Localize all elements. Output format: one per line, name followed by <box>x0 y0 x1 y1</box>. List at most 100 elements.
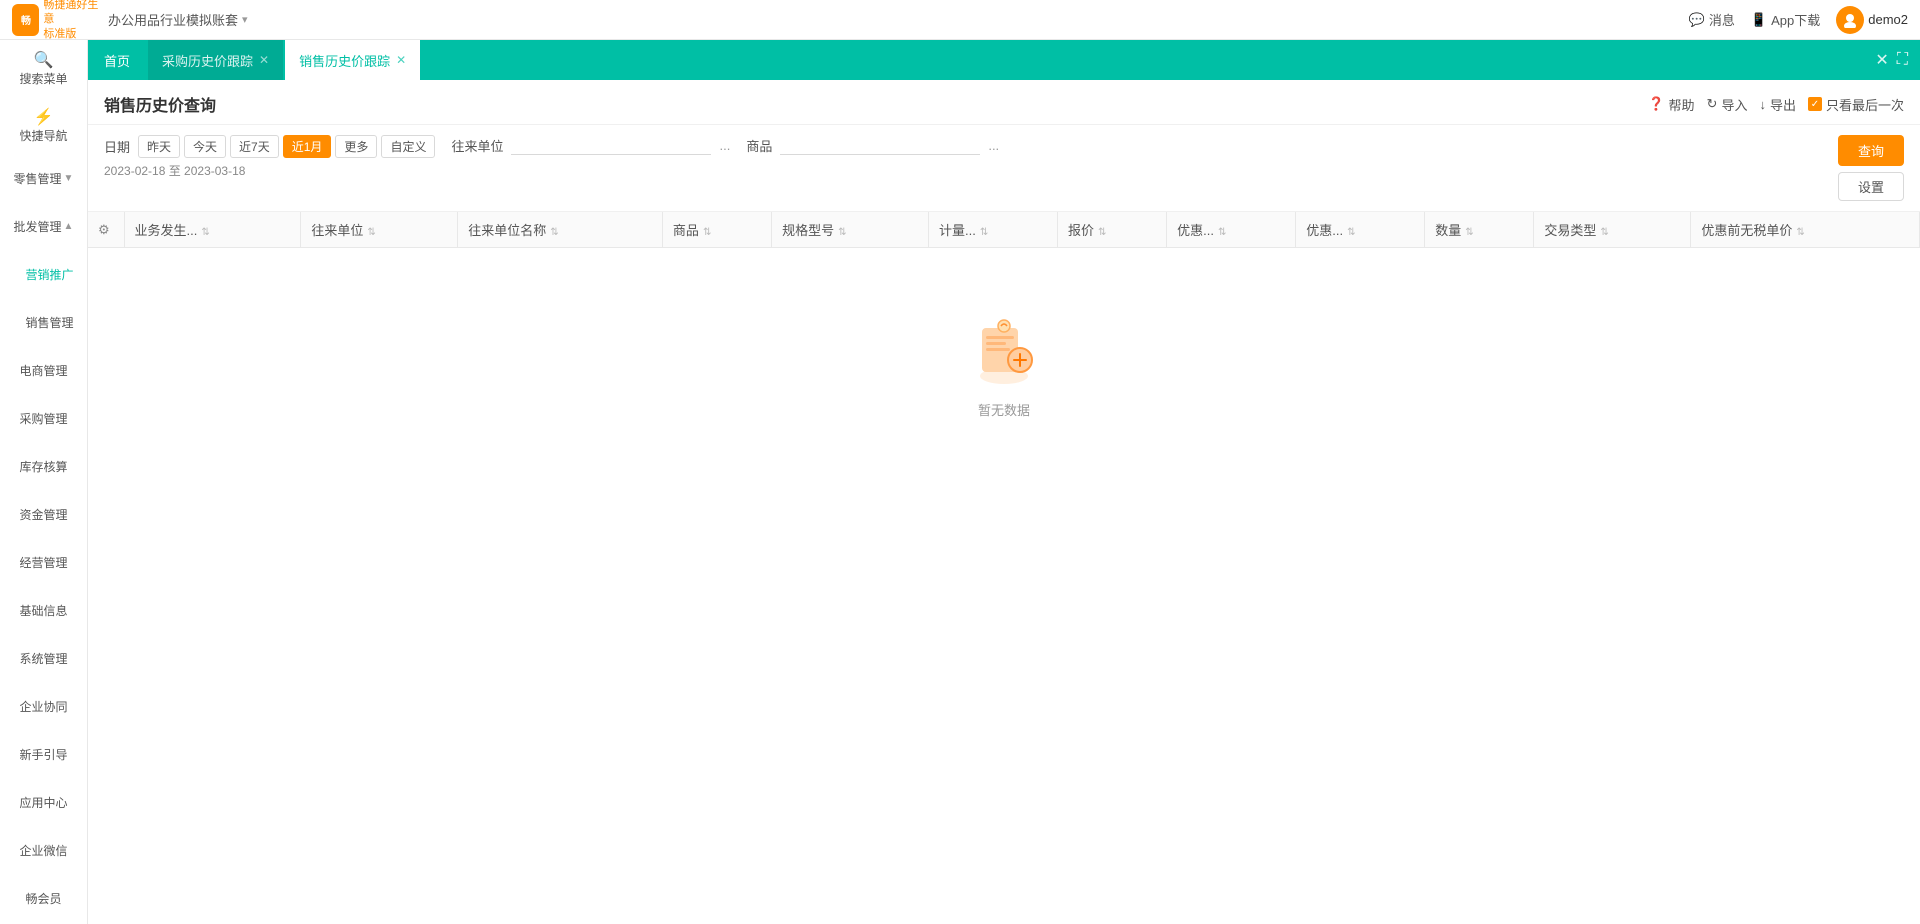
date-options: 昨天 今天 近7天 近1月 更多 自定义 <box>138 135 435 158</box>
col-trade-type[interactable]: 交易类型⇅ <box>1534 212 1691 248</box>
date-label: 日期 <box>104 137 130 156</box>
window-title[interactable]: 办公用品行业模拟账套 ▾ <box>100 10 1689 29</box>
product-filter-group: 商品 ... <box>746 135 999 155</box>
tab-purchase-history[interactable]: 采购历史价跟踪 ✕ <box>148 40 283 80</box>
date-btn-today[interactable]: 今天 <box>184 135 226 158</box>
date-btn-7days[interactable]: 近7天 <box>230 135 279 158</box>
partner-dots[interactable]: ... <box>719 138 730 153</box>
sidebar-item-ecom-mgmt[interactable]: 电商管理 <box>0 346 87 394</box>
sidebar-item-finance[interactable]: 资金管理 <box>0 490 87 538</box>
sidebar-item-app-center[interactable]: 应用中心 <box>0 778 87 826</box>
page-header-actions: ❓ 帮助 ↻ 导入 ↓ 导出 ✓ 只看最后一次 <box>1648 95 1904 114</box>
product-input[interactable] <box>780 135 980 155</box>
app-download-action[interactable]: 📱 App下载 <box>1751 10 1820 29</box>
col-qty[interactable]: 数量⇅ <box>1425 212 1534 248</box>
tab-sales-history[interactable]: 销售历史价跟踪 ✕ <box>285 40 420 80</box>
col-discount1[interactable]: 优惠...⇅ <box>1167 212 1296 248</box>
sidebar-item-member[interactable]: 畅会员 <box>0 874 87 922</box>
settings-button[interactable]: 设置 <box>1838 172 1904 201</box>
sidebar-item-quick-nav[interactable]: ⚡ 快捷导航 <box>0 97 87 154</box>
help-action[interactable]: ❓ 帮助 <box>1648 95 1694 114</box>
partner-input[interactable] <box>511 135 711 155</box>
tab-fullscreen-icon[interactable]: ⛶ <box>1897 51 1908 69</box>
empty-state: 暂无数据 <box>88 248 1920 479</box>
wholesale-mgmt-arrow-icon: ▲ <box>64 221 74 232</box>
page-header: 销售历史价查询 ❓ 帮助 ↻ 导入 ↓ 导出 ✓ <box>88 80 1920 125</box>
import-action[interactable]: ↻ 导入 <box>1707 95 1748 114</box>
sort-quote-icon: ⇅ <box>1098 227 1106 238</box>
sidebar-item-sales-mgmt[interactable]: 销售管理 <box>0 298 87 346</box>
date-btn-1month[interactable]: 近1月 <box>283 135 332 158</box>
username: demo2 <box>1868 12 1908 27</box>
message-action[interactable]: 💬 消息 <box>1689 10 1735 29</box>
sidebar-item-guide[interactable]: 新手引导 <box>0 730 87 778</box>
sidebar-item-inventory[interactable]: 库存核算 <box>0 442 87 490</box>
tab-home[interactable]: 首页 <box>88 40 146 80</box>
page-title: 销售历史价查询 <box>104 92 216 116</box>
tab-close-all-icon[interactable]: ✕ <box>1875 50 1888 70</box>
sort-product-icon: ⇅ <box>703 227 711 238</box>
sort-discount2-icon: ⇅ <box>1347 227 1355 238</box>
svg-text:畅: 畅 <box>21 14 31 27</box>
window-title-dropdown-icon[interactable]: ▾ <box>242 13 248 26</box>
user-avatar-action[interactable]: demo2 <box>1836 6 1908 34</box>
col-unit[interactable]: 计量...⇅ <box>928 212 1057 248</box>
col-spec[interactable]: 规格型号⇅ <box>772 212 929 248</box>
partner-label: 往来单位 <box>451 136 503 155</box>
col-product[interactable]: 商品⇅ <box>662 212 771 248</box>
tab-bar-actions: ✕ ⛶ <box>1875 50 1920 70</box>
sidebar-item-marketing[interactable]: 营销推广 <box>0 250 87 298</box>
tab-purchase-close-icon[interactable]: ✕ <box>259 53 269 67</box>
sidebar-item-enterprise-wechat[interactable]: 企业微信 <box>0 826 87 874</box>
sidebar-item-search-menu[interactable]: 🔍 搜索菜单 <box>0 40 87 97</box>
date-btn-custom[interactable]: 自定义 <box>381 135 435 158</box>
avatar <box>1836 6 1864 34</box>
sort-biz-date-icon: ⇅ <box>201 227 209 238</box>
sort-partner-code-icon: ⇅ <box>367 227 375 238</box>
logo-icon: 畅 <box>12 4 39 36</box>
sort-discount1-icon: ⇅ <box>1218 227 1226 238</box>
col-pretax-price[interactable]: 优惠前无税单价⇅ <box>1691 212 1920 248</box>
gear-icon[interactable]: ⚙ <box>98 222 110 237</box>
date-btn-more[interactable]: 更多 <box>335 135 377 158</box>
app-logo: 畅 畅捷通好生意 标准版 <box>12 0 100 41</box>
help-icon: ❓ <box>1648 96 1664 112</box>
only-last-checkbox[interactable]: ✓ 只看最后一次 <box>1808 95 1904 114</box>
tab-sales-close-icon[interactable]: ✕ <box>396 53 406 67</box>
product-label: 商品 <box>746 136 772 155</box>
query-button[interactable]: 查询 <box>1838 135 1904 166</box>
sidebar-item-system[interactable]: 系统管理 <box>0 634 87 682</box>
content-area: 销售历史价查询 ❓ 帮助 ↻ 导入 ↓ 导出 ✓ <box>88 80 1920 924</box>
date-filter-group: 日期 昨天 今天 近7天 近1月 更多 自定义 2023-02-18 至 202… <box>104 135 435 179</box>
sidebar-item-enterprise[interactable]: 企业协同 <box>0 682 87 730</box>
sidebar-item-operations[interactable]: 经营管理 <box>0 538 87 586</box>
col-discount2[interactable]: 优惠...⇅ <box>1296 212 1425 248</box>
main-layout: 🔍 搜索菜单 ⚡ 快捷导航 零售管理 ▼ 批发管理 ▲ 营销推广 销售管理 电商… <box>0 40 1920 924</box>
phone-icon: 📱 <box>1751 12 1767 28</box>
col-quote[interactable]: 报价⇅ <box>1058 212 1167 248</box>
sidebar-item-retail-mgmt[interactable]: 零售管理 ▼ <box>0 154 87 202</box>
col-partner-name[interactable]: 往来单位名称⇅ <box>458 212 663 248</box>
sort-qty-icon: ⇅ <box>1465 227 1473 238</box>
col-settings[interactable]: ⚙ <box>88 212 124 248</box>
table-header-row: ⚙ 业务发生...⇅ 往来单位⇅ 往来单位名称⇅ <box>88 212 1920 248</box>
export-icon: ↓ <box>1759 97 1766 112</box>
col-biz-date[interactable]: 业务发生...⇅ <box>124 212 301 248</box>
date-range-display: 2023-02-18 至 2023-03-18 <box>104 162 435 179</box>
date-btn-yesterday[interactable]: 昨天 <box>138 135 180 158</box>
sidebar: 🔍 搜索菜单 ⚡ 快捷导航 零售管理 ▼ 批发管理 ▲ 营销推广 销售管理 电商… <box>0 40 88 924</box>
sidebar-item-basic-info[interactable]: 基础信息 <box>0 586 87 634</box>
message-icon: 💬 <box>1689 12 1705 28</box>
search-menu-icon: 🔍 <box>34 50 54 70</box>
sort-spec-icon: ⇅ <box>838 227 846 238</box>
export-action[interactable]: ↓ 导出 <box>1759 95 1796 114</box>
sort-trade-type-icon: ⇅ <box>1600 227 1608 238</box>
sidebar-item-purchase-mgmt[interactable]: 采购管理 <box>0 394 87 442</box>
col-partner-code[interactable]: 往来单位⇅ <box>301 212 458 248</box>
logo-text: 畅捷通好生意 标准版 <box>43 0 100 41</box>
data-table: ⚙ 业务发生...⇅ 往来单位⇅ 往来单位名称⇅ <box>88 212 1920 248</box>
retail-mgmt-arrow-icon: ▼ <box>64 173 74 184</box>
product-dots[interactable]: ... <box>988 138 999 153</box>
sidebar-item-wholesale-mgmt[interactable]: 批发管理 ▲ <box>0 202 87 250</box>
sort-pretax-price-icon: ⇅ <box>1796 227 1804 238</box>
